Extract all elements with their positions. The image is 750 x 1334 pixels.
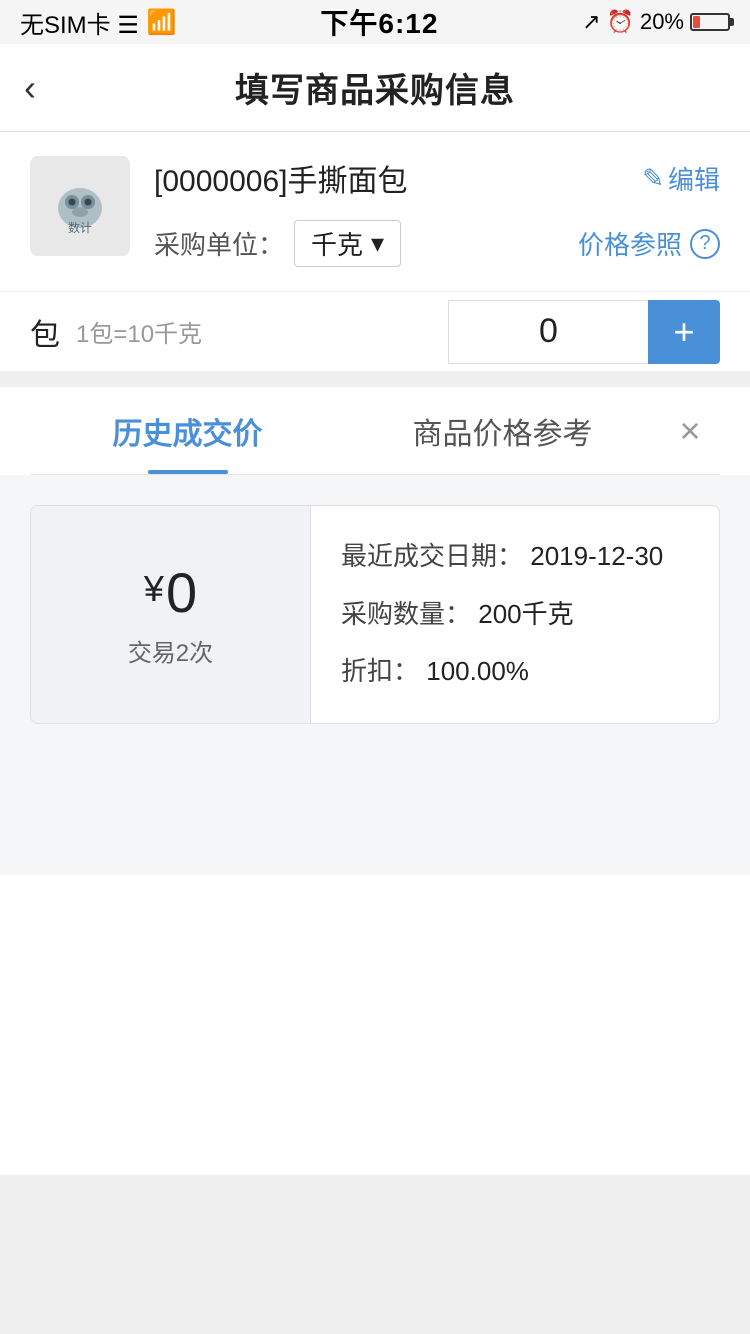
back-button[interactable]: ‹ bbox=[24, 67, 36, 109]
section-divider bbox=[0, 371, 750, 387]
edit-button[interactable]: ✎ 编辑 bbox=[642, 160, 720, 197]
price-ref-label: 价格参照 bbox=[578, 225, 682, 262]
tab-close-button[interactable]: × bbox=[660, 401, 720, 461]
status-left: 无SIM卡 ☰ 📶 bbox=[20, 5, 177, 40]
alarm-icon: ⏰ bbox=[607, 9, 634, 35]
quantity-section: 包 1包=10千克 0 + bbox=[0, 291, 750, 371]
product-row: 数计 [0000006]手撕面包 ✎ 编辑 采购单位： 千克 ▾ bbox=[30, 156, 720, 267]
purchase-qty-value: 200千克 bbox=[478, 599, 573, 629]
tab-history-price[interactable]: 历史成交价 bbox=[30, 387, 345, 474]
recent-date-row: 最近成交日期： 2019-12-30 bbox=[341, 536, 689, 578]
recent-date-label: 最近成交日期： bbox=[341, 541, 523, 571]
product-logo-icon: 数计 bbox=[50, 176, 110, 236]
discount-row: 折扣： 100.00% bbox=[341, 651, 689, 693]
page-background bbox=[0, 875, 750, 1175]
quantity-input[interactable]: 0 bbox=[448, 300, 648, 364]
transaction-left: ¥ 0 交易2次 bbox=[31, 506, 311, 723]
unit-row: 采购单位： 千克 ▾ 价格参照 ? bbox=[154, 220, 720, 267]
quantity-controls: 0 + bbox=[448, 300, 720, 364]
product-thumbnail: 数计 bbox=[30, 156, 130, 256]
quantity-label: 包 1包=10千克 bbox=[30, 310, 202, 354]
page-title: 填写商品采购信息 bbox=[235, 63, 515, 112]
tab-product-label: 商品价格参考 bbox=[413, 409, 593, 453]
tab-active-indicator bbox=[148, 470, 228, 474]
unit-label: 采购单位： 千克 ▾ bbox=[154, 220, 401, 267]
edit-label: 编辑 bbox=[668, 160, 720, 197]
nav-bar: ‹ 填写商品采购信息 bbox=[0, 44, 750, 132]
product-name: [0000006]手撕面包 bbox=[154, 156, 407, 200]
unit-text: 采购单位： bbox=[154, 225, 284, 262]
battery-percentage: 20% bbox=[640, 9, 684, 35]
tab-section: 历史成交价 商品价格参考 × bbox=[0, 387, 750, 475]
price-reference-button[interactable]: 价格参照 ? bbox=[578, 225, 720, 262]
transaction-card: ¥ 0 交易2次 最近成交日期： 2019-12-30 采购数量： 200千克 … bbox=[30, 505, 720, 724]
discount-value: 100.00% bbox=[426, 656, 529, 686]
content-area: ¥ 0 交易2次 最近成交日期： 2019-12-30 采购数量： 200千克 … bbox=[0, 475, 750, 875]
location-icon: ↗ bbox=[582, 9, 600, 35]
time-display: 下午6:12 bbox=[320, 2, 438, 42]
tab-history-label: 历史成交价 bbox=[113, 409, 263, 453]
product-name-row: [0000006]手撕面包 ✎ 编辑 bbox=[154, 156, 720, 200]
svg-text:数计: 数计 bbox=[68, 220, 92, 235]
conversion-text: 1包=10千克 bbox=[76, 314, 202, 349]
price-symbol: ¥ bbox=[144, 568, 164, 610]
product-info: [0000006]手撕面包 ✎ 编辑 采购单位： 千克 ▾ 价格参照 ? bbox=[154, 156, 720, 267]
status-right: ↗ ⏰ 20% bbox=[582, 9, 730, 35]
product-section: 数计 [0000006]手撕面包 ✎ 编辑 采购单位： 千克 ▾ bbox=[0, 132, 750, 291]
quantity-plus-button[interactable]: + bbox=[648, 300, 720, 364]
status-bar: 无SIM卡 ☰ 📶 下午6:12 ↗ ⏰ 20% bbox=[0, 0, 750, 44]
tab-product-price[interactable]: 商品价格参考 bbox=[345, 387, 660, 474]
purchase-qty-row: 采购数量： 200千克 bbox=[341, 594, 689, 636]
edit-icon: ✎ bbox=[642, 163, 664, 194]
unit-value: 千克 bbox=[311, 225, 363, 262]
package-label: 包 bbox=[30, 310, 60, 354]
purchase-qty-label: 采购数量： bbox=[341, 599, 471, 629]
unit-select-dropdown[interactable]: 千克 ▾ bbox=[294, 220, 401, 267]
tab-row: 历史成交价 商品价格参考 × bbox=[30, 387, 720, 475]
question-mark-icon: ? bbox=[690, 229, 720, 259]
wifi-icon: 📶 bbox=[147, 8, 177, 37]
carrier-text: 无SIM卡 ☰ bbox=[20, 5, 139, 40]
recent-date-value: 2019-12-30 bbox=[530, 541, 663, 571]
discount-label: 折扣： bbox=[341, 656, 419, 686]
transaction-price: ¥ 0 bbox=[144, 560, 197, 625]
transaction-count: 交易2次 bbox=[128, 633, 213, 668]
dropdown-arrow-icon: ▾ bbox=[371, 228, 384, 259]
price-value: 0 bbox=[166, 560, 197, 625]
battery-icon bbox=[690, 13, 730, 31]
transaction-right: 最近成交日期： 2019-12-30 采购数量： 200千克 折扣： 100.0… bbox=[311, 506, 719, 723]
